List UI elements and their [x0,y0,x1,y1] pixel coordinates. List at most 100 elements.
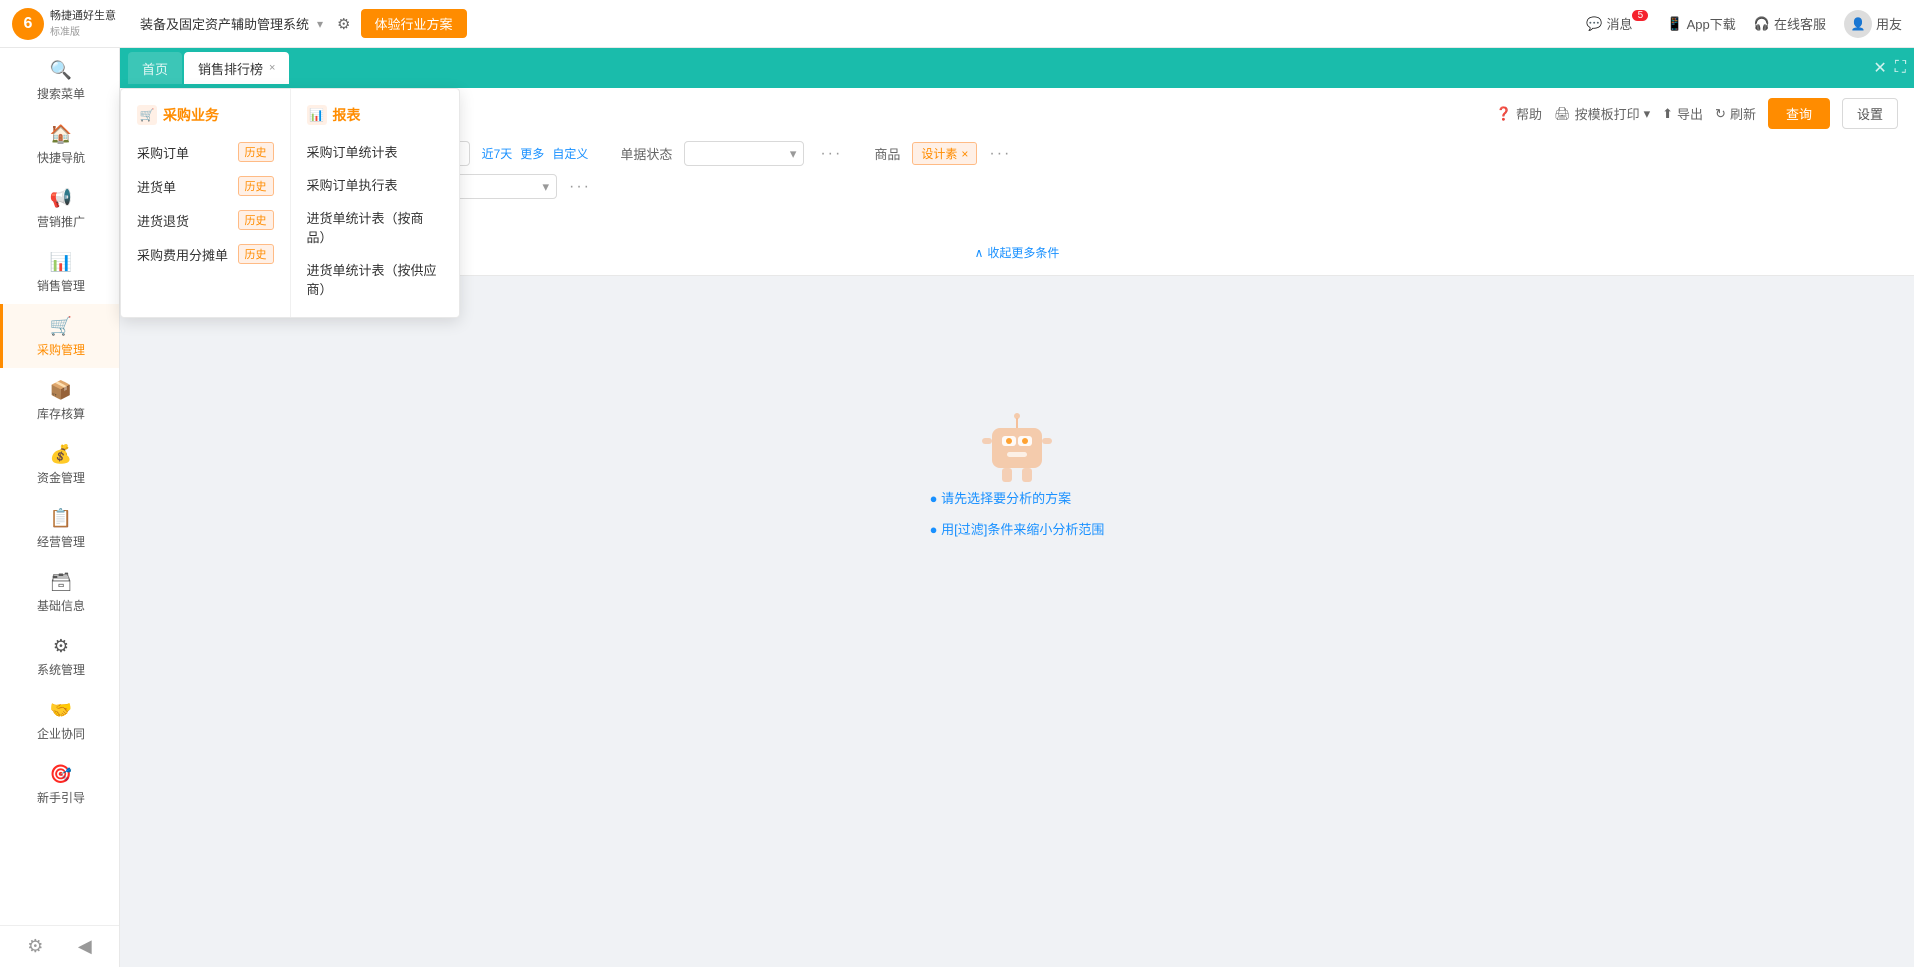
sidebar-item-basic[interactable]: 🗃 基础信息 [0,560,119,624]
help-label: 帮助 [1516,104,1542,123]
dropdown-purchase-return[interactable]: 进货退货 历史 [121,203,290,237]
refresh-label: 刷新 [1730,104,1756,123]
print-arrow-icon: ▾ [1644,106,1651,122]
sidebar-collapse-icon[interactable]: ◀ [78,936,92,957]
sidebar-item-marketing[interactable]: 📢 营销推广 [0,176,119,240]
refresh-icon: ↻ [1715,106,1726,122]
user-label: 用友 [1876,14,1902,33]
logo-area: 6 畅捷通好生意 标准版 [12,8,132,40]
app-label: App下载 [1687,14,1736,33]
purchase-header-label: 采购业务 [163,105,219,125]
search-icon: 🔍 [50,60,72,81]
sales-icon: 📊 [50,252,72,273]
sidebar-item-nav[interactable]: 🏠 快捷导航 [0,112,119,176]
expense-history[interactable]: 历史 [238,244,274,264]
goods-tag: 设计素 × [912,142,977,165]
tab-home[interactable]: 首页 [128,52,182,84]
window-expand-icon[interactable]: ⛶ [1895,59,1906,77]
print-button[interactable]: 🖨 按模板打印 ▾ [1554,98,1650,129]
system-icon: ⚙ [53,636,69,657]
tip-1-text: 请先选择要分析的方案 [941,491,1071,506]
dropdown-order-stat[interactable]: 采购订单统计表 [291,135,460,168]
sidebar-label-guide: 新手引导 [37,789,85,806]
report-header-icon: 📊 [307,105,327,125]
dropdown-purchase-expense[interactable]: 采购费用分摊单 历史 [121,237,290,271]
dropdown-receipt-stat-supplier[interactable]: 进货单统计表（按供应商） [291,253,460,305]
sidebar: 🔍 搜索菜单 🏠 快捷导航 📢 营销推广 📊 销售管理 🛒 采购管理 📦 库存核… [0,48,120,967]
headset-icon: 🎧 [1754,16,1770,32]
export-button[interactable]: ⬆ 导出 [1662,98,1703,129]
message-icon: 💬 [1586,16,1602,32]
setting-button[interactable]: 设置 [1842,98,1898,129]
system-title-area: 装备及固定资产辅助管理系统 ▾ ⚙ [140,14,351,33]
goods-dots[interactable]: ··· [989,145,1011,163]
sidebar-item-inventory[interactable]: 📦 库存核算 [0,368,119,432]
receipt-history[interactable]: 历史 [238,176,274,196]
date-7days[interactable]: 近7天 [482,145,513,162]
empty-state: ● 请先选择要分析的方案 ● 用[过滤]条件来缩小分析范围 [120,276,1914,676]
print-label: 按模板打印 [1575,104,1640,123]
dropdown-receipt-stat-goods[interactable]: 进货单统计表（按商品） [291,201,460,253]
purchase-order-history[interactable]: 历史 [238,142,274,162]
sidebar-item-guide[interactable]: 🎯 新手引导 [0,752,119,816]
finance-icon: 💰 [50,444,72,465]
receipt-stat-goods-label: 进货单统计表（按商品） [307,208,444,246]
logo-sub: 标准版 [50,23,116,38]
system-title-chevron[interactable]: ▾ [317,17,323,31]
export-icon: ⬆ [1662,106,1673,122]
date-shortcuts: 近7天 更多 自定义 [482,145,589,162]
status-select[interactable] [684,141,804,166]
purchase-header-icon: 🛒 [137,105,157,125]
refresh-button[interactable]: ↻ 刷新 [1715,98,1756,129]
settings-gear-icon[interactable]: ⚙ [337,15,350,33]
app-download-button[interactable]: 📱 App下载 [1666,14,1735,33]
industry-button[interactable]: 体验行业方案 [361,9,467,38]
sidebar-item-search[interactable]: 🔍 搜索菜单 [0,48,119,112]
status-label: 单据状态 [620,144,672,163]
order-exec-label: 采购订单执行表 [307,175,398,194]
avatar: 👤 [1844,10,1872,38]
goods-tag-close[interactable]: × [961,147,968,161]
query-button[interactable]: 查询 [1768,98,1830,129]
online-service-button[interactable]: 🎧 在线客服 [1754,14,1826,33]
help-button[interactable]: ❓ 帮助 [1496,98,1542,129]
date-custom[interactable]: 自定义 [552,145,588,162]
bullet-1: ● [930,491,938,506]
sidebar-label-inventory: 库存核算 [37,405,85,422]
return-history[interactable]: 历史 [238,210,274,230]
sidebar-item-purchase[interactable]: 🛒 采购管理 [0,304,119,368]
date-more[interactable]: 更多 [520,145,544,162]
empty-illustration [972,408,1062,488]
sidebar-item-sales[interactable]: 📊 销售管理 [0,240,119,304]
goods-label: 商品 [874,144,900,163]
dropdown-order-exec[interactable]: 采购订单执行表 [291,168,460,201]
basic-icon: 🗃 [50,572,73,593]
sidebar-item-system[interactable]: ⚙ 系统管理 [0,624,119,688]
sidebar-label-marketing: 营销推广 [37,213,85,230]
empty-tip-1: ● 请先选择要分析的方案 [930,488,1072,507]
purchase-col: 🛒 采购业务 采购订单 历史 进货单 历史 进货退货 历史 采购费用分摊单 历史 [121,89,290,317]
report-col: 📊 报表 采购订单统计表 采购订单执行表 进货单统计表（按商品） 进货单统计表（… [290,89,460,317]
tab-close-icon[interactable]: × [269,62,275,74]
status-dots[interactable]: ··· [820,145,842,163]
tab-bar: 首页 销售排行榜 × ✕ ⛶ [120,48,1914,88]
dropdown-purchase-receipt[interactable]: 进货单 历史 [121,169,290,203]
sidebar-item-collab[interactable]: 🤝 企业协同 [0,688,119,752]
order-stat-label: 采购订单统计表 [307,142,398,161]
salesman-dots[interactable]: ··· [569,178,591,196]
tip-2-text: 用[过滤]条件来缩小分析范围 [941,522,1104,537]
sidebar-item-finance[interactable]: 💰 资金管理 [0,432,119,496]
return-label: 进货退货 [137,211,189,230]
top-right-area: 💬 消息 5 📱 App下载 🎧 在线客服 👤 用友 [1586,10,1902,38]
tab-sales-rank[interactable]: 销售排行榜 × [184,52,289,84]
sidebar-item-operation[interactable]: 📋 经营管理 [0,496,119,560]
marketing-icon: 📢 [50,188,72,209]
goods-tag-text: 设计素 [921,145,957,162]
window-close-icon[interactable]: ✕ [1873,58,1886,78]
user-menu-button[interactable]: 👤 用友 [1844,10,1902,38]
sidebar-settings-icon[interactable]: ⚙ [27,936,43,957]
sidebar-label-sales: 销售管理 [37,277,85,294]
inventory-icon: 📦 [50,380,72,401]
message-button[interactable]: 💬 消息 5 [1586,14,1648,33]
dropdown-purchase-order[interactable]: 采购订单 历史 [121,135,290,169]
